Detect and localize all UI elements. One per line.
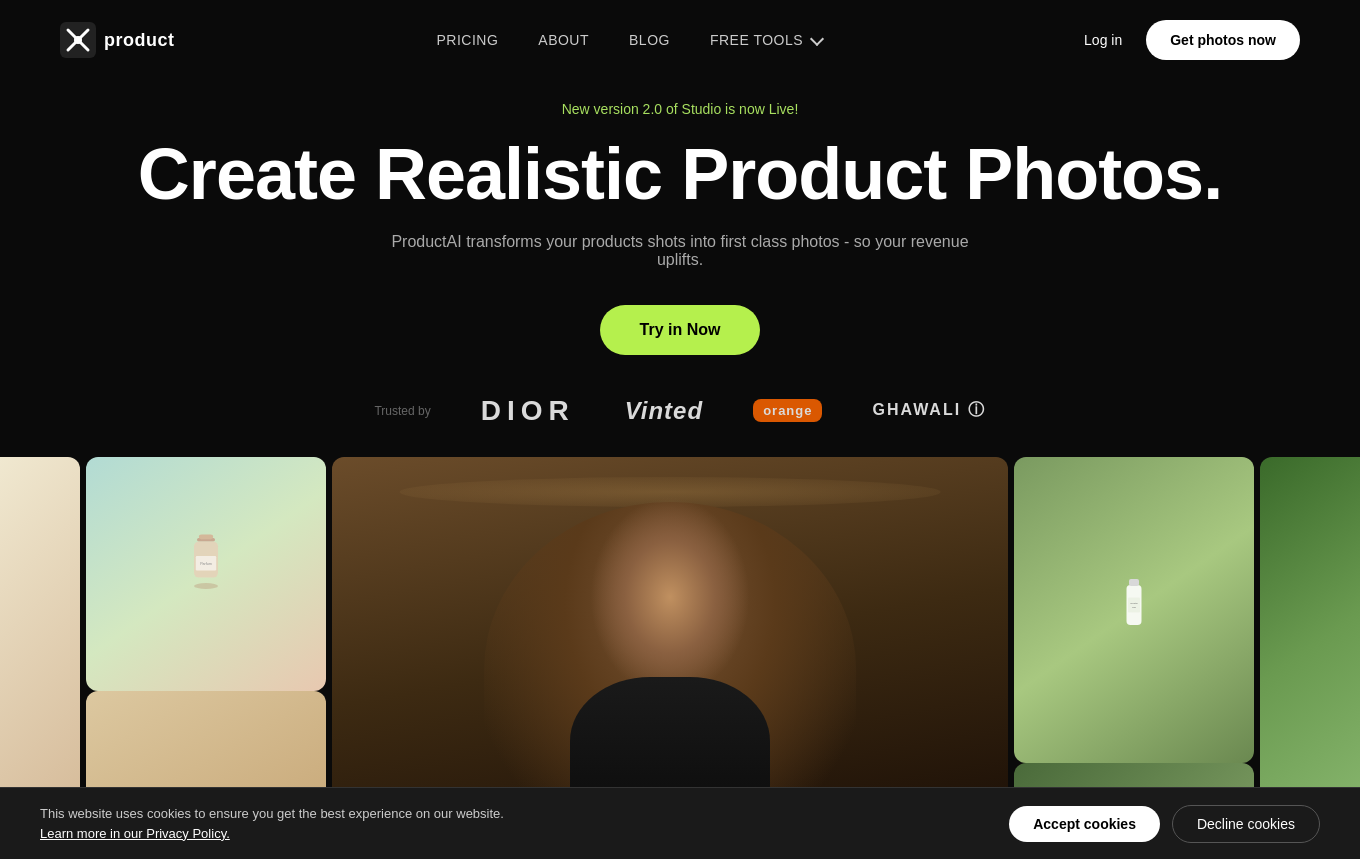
svg-point-3 bbox=[74, 36, 82, 44]
image-woman-portrait bbox=[332, 457, 1008, 837]
nav-pricing[interactable]: PRICING bbox=[436, 32, 498, 48]
hero-subtitle: ProductAI transforms your products shots… bbox=[380, 233, 980, 269]
cookie-actions: Accept cookies Decline cookies bbox=[1009, 805, 1320, 843]
nav-free-tools[interactable]: FREE TOOLS bbox=[710, 32, 822, 48]
try-now-button[interactable]: Try in Now bbox=[600, 305, 761, 355]
image-jewelry bbox=[0, 457, 80, 837]
get-photos-button[interactable]: Get photos now bbox=[1146, 20, 1300, 60]
nav-about[interactable]: ABOUT bbox=[538, 32, 589, 48]
trusted-label: Trusted by bbox=[374, 404, 430, 418]
image-perfume: Parfum bbox=[86, 457, 326, 691]
gallery-col-right bbox=[1260, 457, 1360, 837]
login-button[interactable]: Log in bbox=[1084, 32, 1122, 48]
nav-links: PRICING ABOUT BLOG FREE TOOLS bbox=[436, 32, 822, 48]
perfume-svg: Parfum bbox=[176, 524, 236, 624]
accept-cookies-button[interactable]: Accept cookies bbox=[1009, 806, 1160, 842]
navbar: product PRICING ABOUT BLOG FREE TOOLS Lo… bbox=[0, 0, 1360, 80]
logo[interactable]: product bbox=[60, 22, 175, 58]
hero-section: New version 2.0 of Studio is now Live! C… bbox=[0, 80, 1360, 355]
svg-rect-11 bbox=[1129, 579, 1139, 586]
svg-rect-12 bbox=[1128, 597, 1140, 612]
gallery-col-left bbox=[0, 457, 80, 837]
logo-text: product bbox=[104, 30, 175, 51]
svg-point-7 bbox=[194, 583, 218, 589]
trusted-bar: Trusted by DIOR Vinted orange GHAWALI ⓘ bbox=[0, 355, 1360, 457]
logo-icon bbox=[60, 22, 96, 58]
cookie-message: This website uses cookies to ensure you … bbox=[40, 804, 504, 843]
nav-blog[interactable]: BLOG bbox=[629, 32, 670, 48]
brand-ghawali: GHAWALI ⓘ bbox=[872, 400, 985, 421]
gallery-col-2: Parfum bbox=[86, 457, 326, 837]
chevron-down-icon bbox=[810, 32, 824, 46]
nav-right: Log in Get photos now bbox=[1084, 20, 1300, 60]
brand-vinted: Vinted bbox=[625, 397, 703, 425]
brand-dior: DIOR bbox=[481, 395, 575, 427]
cookie-banner: This website uses cookies to ensure you … bbox=[0, 787, 1360, 859]
announcement-banner: New version 2.0 of Studio is now Live! bbox=[562, 101, 799, 117]
image-green-right bbox=[1260, 457, 1360, 837]
image-gallery: Parfum Gentle Gel bbox=[0, 457, 1360, 837]
gallery-col-center bbox=[332, 457, 1008, 837]
image-skincare: Gentle Gel bbox=[1014, 457, 1254, 763]
svg-text:Gentle: Gentle bbox=[1130, 602, 1138, 605]
svg-rect-6 bbox=[199, 534, 213, 539]
skincare-svg: Gentle Gel bbox=[1114, 560, 1154, 660]
decline-cookies-button[interactable]: Decline cookies bbox=[1172, 805, 1320, 843]
privacy-policy-link[interactable]: Learn more in our Privacy Policy. bbox=[40, 826, 230, 841]
gallery-col-4: Gentle Gel bbox=[1014, 457, 1254, 837]
hero-title: Create Realistic Product Photos. bbox=[20, 137, 1340, 213]
svg-text:Gel: Gel bbox=[1132, 606, 1136, 609]
svg-text:Parfum: Parfum bbox=[200, 562, 212, 566]
brand-orange: orange bbox=[753, 399, 822, 422]
